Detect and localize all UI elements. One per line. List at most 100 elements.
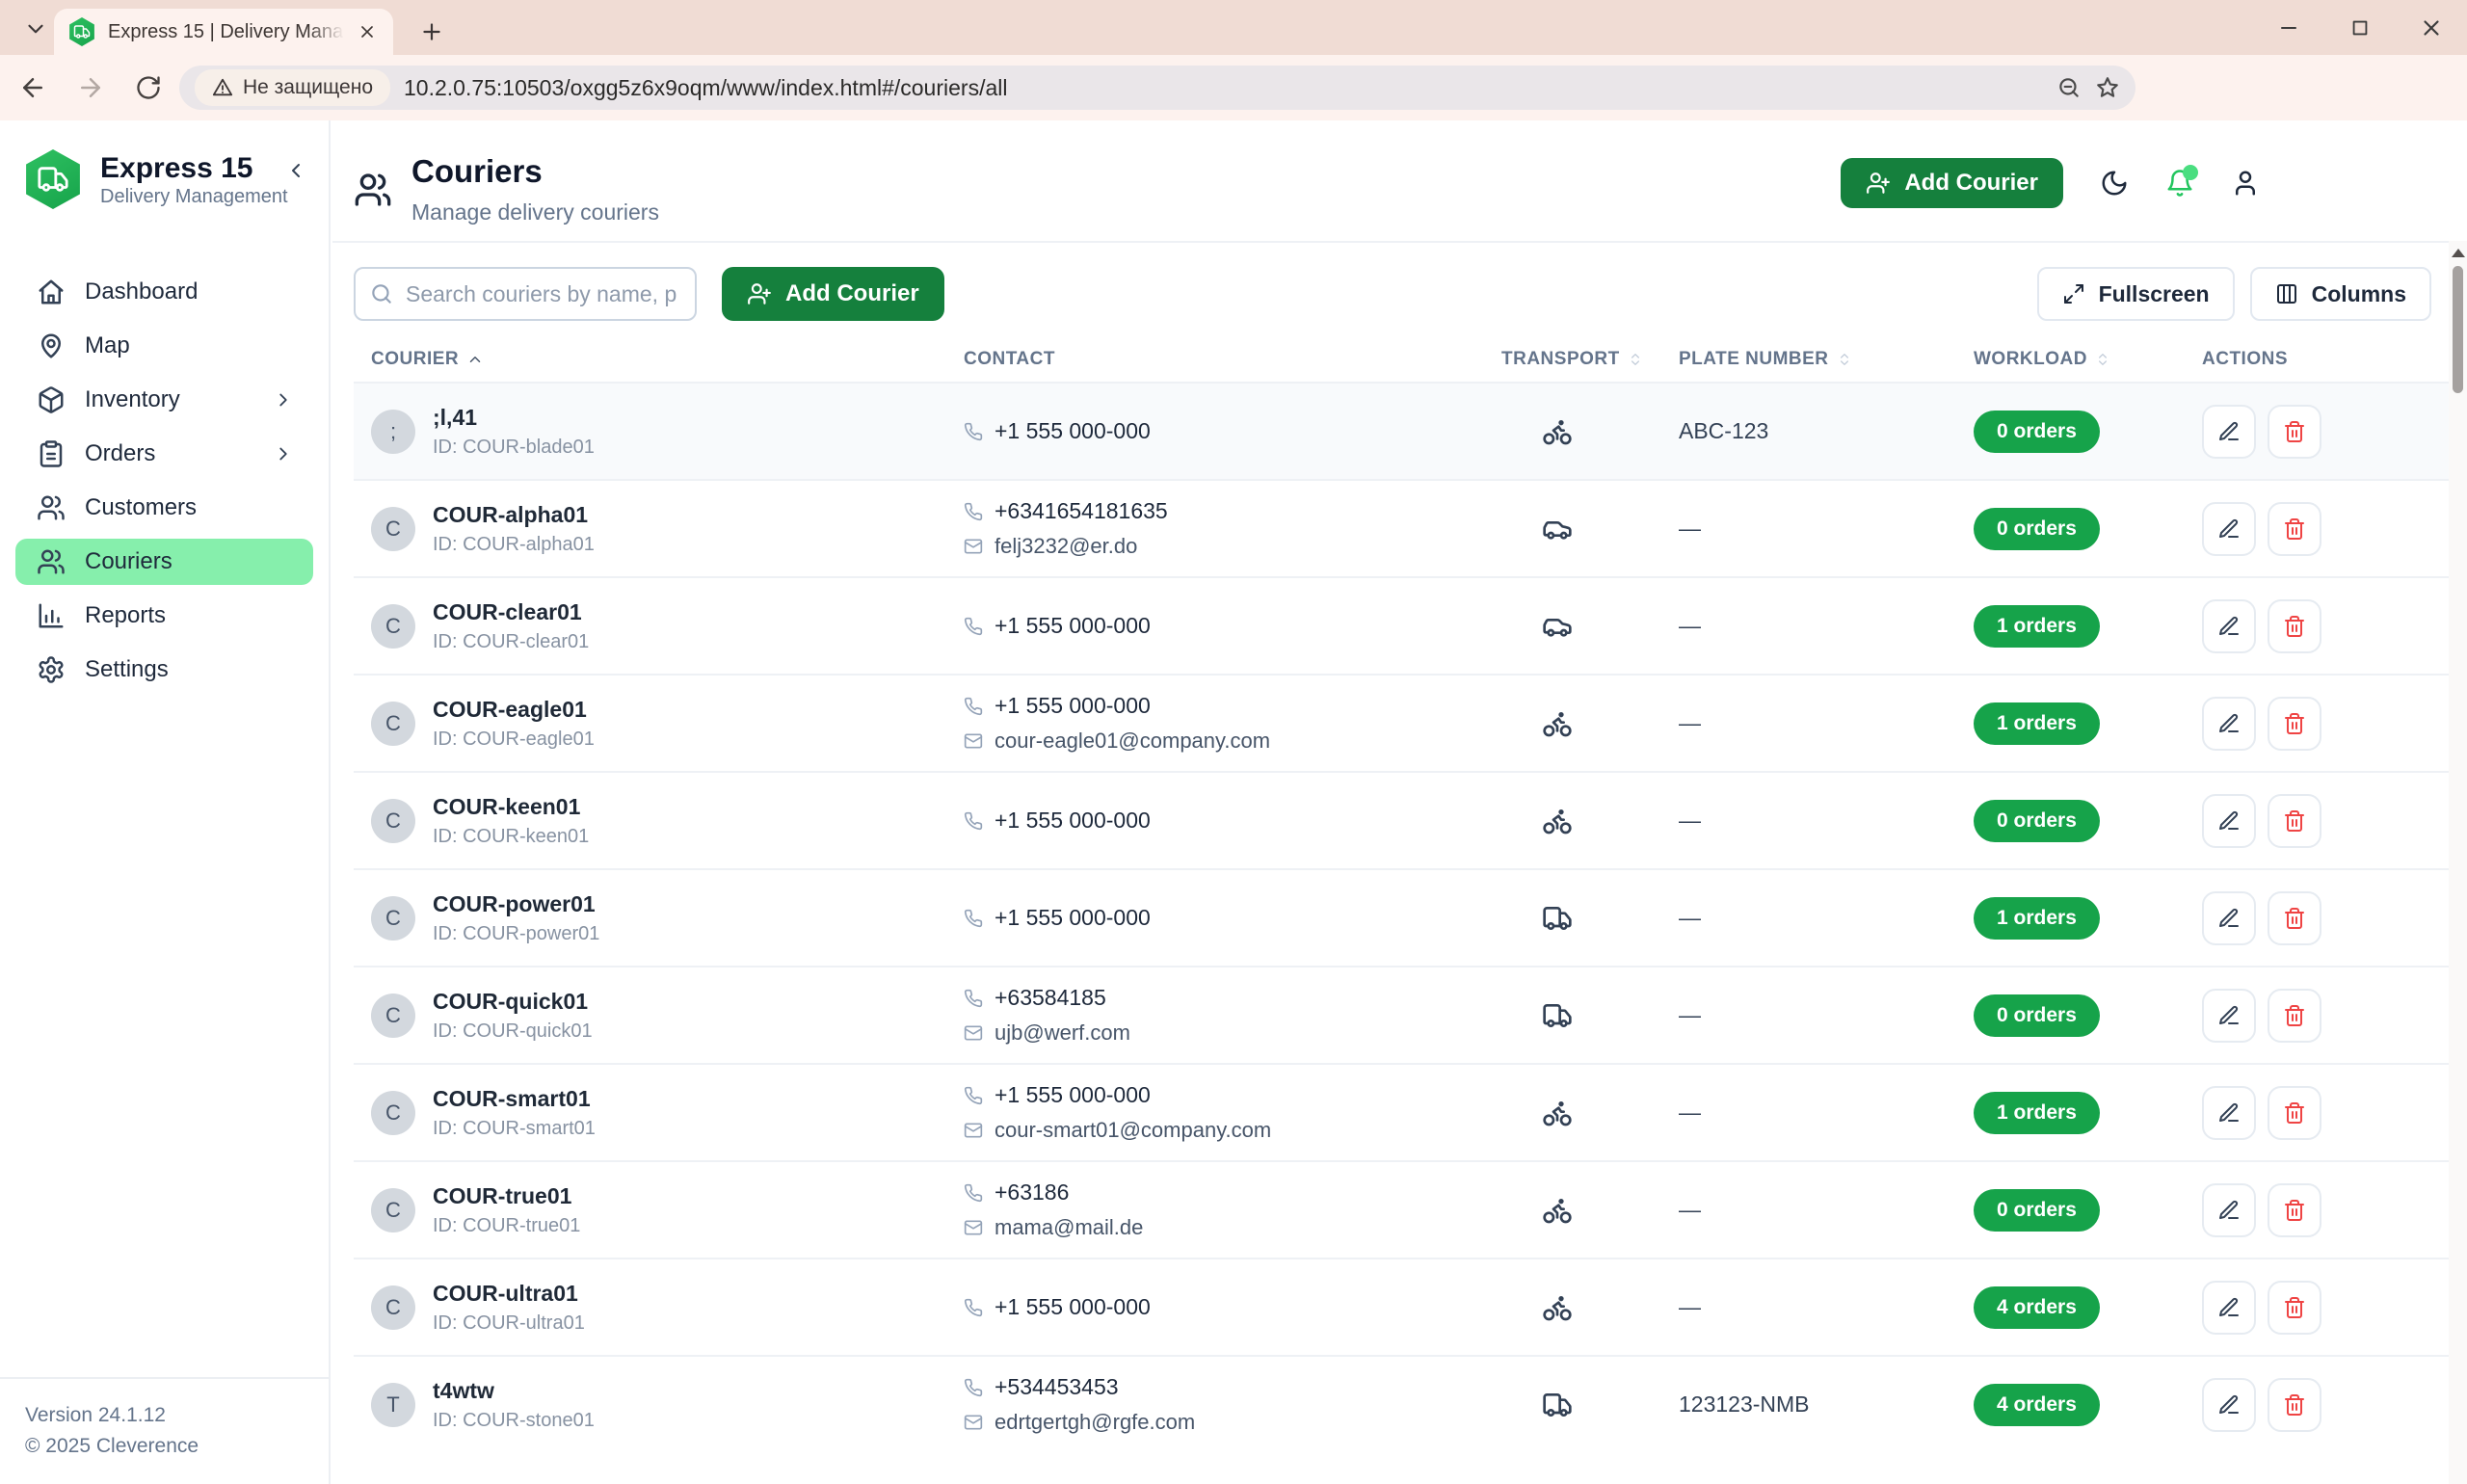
delete-courier-button[interactable] xyxy=(2268,890,2321,945)
sidebar-item-settings[interactable]: Settings xyxy=(15,647,313,693)
sidebar-item-orders[interactable]: Orders xyxy=(15,431,313,477)
fullscreen-button[interactable]: Fullscreen xyxy=(2036,267,2235,321)
delete-courier-button[interactable] xyxy=(2268,793,2321,848)
email-line: mama@mail.de xyxy=(964,1215,1143,1240)
column-label: Actions xyxy=(2202,349,2288,369)
courier-id: ID: COUR-blade01 xyxy=(433,436,595,458)
delete-courier-button[interactable] xyxy=(2268,598,2321,653)
edit-courier-button[interactable] xyxy=(2202,1085,2256,1140)
mail-icon xyxy=(964,1218,983,1237)
bookmark-button[interactable] xyxy=(2095,75,2120,100)
workload-cell: 1 orders xyxy=(1956,1091,2185,1134)
plate-cell: — xyxy=(1679,710,1701,735)
edit-courier-button[interactable] xyxy=(2202,1280,2256,1335)
edit-courier-button[interactable] xyxy=(2202,501,2256,556)
contact-cell: +63186 mama@mail.de xyxy=(946,1179,1484,1240)
profile-button[interactable] xyxy=(2231,169,2260,198)
sidebar-item-couriers[interactable]: Couriers xyxy=(15,539,313,585)
delete-courier-button[interactable] xyxy=(2268,1182,2321,1237)
window-close-button[interactable] xyxy=(2396,0,2467,55)
url-bar[interactable]: Не защищено 10.2.0.75:10503/oxgg5z6x9oqm… xyxy=(179,66,2135,110)
window-minimize-button[interactable] xyxy=(2253,0,2324,55)
edit-courier-button[interactable] xyxy=(2202,696,2256,751)
trash-icon xyxy=(2283,1004,2306,1027)
edit-courier-button[interactable] xyxy=(2202,598,2256,653)
trash-icon xyxy=(2283,615,2306,638)
edit-courier-button[interactable] xyxy=(2202,1377,2256,1432)
transport-cell xyxy=(1484,806,1661,836)
sidebar-item-map[interactable]: Map xyxy=(15,323,313,369)
actions-cell xyxy=(2185,501,2450,556)
pen-icon xyxy=(2217,1296,2241,1319)
phone-icon xyxy=(964,811,983,831)
mail-icon xyxy=(964,1413,983,1432)
edit-courier-button[interactable] xyxy=(2202,793,2256,848)
chevron-down-icon xyxy=(23,16,48,41)
avatar: C xyxy=(371,798,415,843)
zoom-out-button[interactable] xyxy=(2056,75,2082,100)
edit-courier-button[interactable] xyxy=(2202,1182,2256,1237)
delete-courier-button[interactable] xyxy=(2268,1377,2321,1432)
sidebar-collapse-button[interactable] xyxy=(284,159,307,182)
delete-courier-button[interactable] xyxy=(2268,501,2321,556)
columns-button[interactable]: Columns xyxy=(2249,267,2431,321)
courier-name: COUR-true01 xyxy=(433,1182,572,1208)
phone-icon xyxy=(964,697,983,716)
reload-button[interactable] xyxy=(123,63,173,113)
search-box[interactable] xyxy=(354,267,697,321)
avatar: C xyxy=(371,993,415,1038)
sort-icon xyxy=(1837,352,1852,367)
courier-id: ID: COUR-keen01 xyxy=(433,825,590,847)
forward-button[interactable] xyxy=(66,63,116,113)
theme-toggle-button[interactable] xyxy=(2100,169,2129,198)
plus-icon xyxy=(419,19,444,44)
pen-icon xyxy=(2217,1393,2241,1417)
scroll-up-arrow[interactable] xyxy=(2452,249,2465,257)
pen-icon xyxy=(2217,1199,2241,1222)
delete-courier-button[interactable] xyxy=(2268,1085,2321,1140)
tab-search-button[interactable] xyxy=(15,9,56,49)
sidebar-item-inventory[interactable]: Inventory xyxy=(15,377,313,423)
transport-cell xyxy=(1484,708,1661,739)
notifications-button[interactable] xyxy=(2165,165,2198,198)
delete-courier-button[interactable] xyxy=(2268,696,2321,751)
sidebar-item-dashboard[interactable]: Dashboard xyxy=(15,269,313,315)
delete-courier-button[interactable] xyxy=(2268,1280,2321,1335)
home-icon xyxy=(37,278,66,306)
edit-courier-button[interactable] xyxy=(2202,404,2256,459)
actions-cell xyxy=(2185,890,2450,945)
delete-courier-button[interactable] xyxy=(2268,988,2321,1043)
plate-cell: — xyxy=(1679,1100,1701,1125)
window-maximize-button[interactable] xyxy=(2324,0,2396,55)
security-chip[interactable]: Не защищено xyxy=(195,69,390,106)
browser-tab[interactable]: Express 15 | Delivery Management xyxy=(54,9,393,55)
column-header-workload[interactable]: Workload xyxy=(1956,349,2185,370)
sidebar-item-customers[interactable]: Customers xyxy=(15,485,313,531)
search-input[interactable] xyxy=(406,280,681,307)
phone-value: +6341654181635 xyxy=(995,498,1168,523)
phone-icon xyxy=(964,1183,983,1203)
column-header-courier[interactable]: Courier xyxy=(354,349,946,370)
actions-cell xyxy=(2185,988,2450,1043)
new-tab-button[interactable] xyxy=(412,13,451,51)
edit-courier-button[interactable] xyxy=(2202,988,2256,1043)
courier-cell: C COUR-quick01 ID: COUR-quick01 xyxy=(354,989,946,1043)
delete-courier-button[interactable] xyxy=(2268,404,2321,459)
column-header-plate-number[interactable]: Plate Number xyxy=(1661,349,1956,370)
scrollbar-thumb[interactable] xyxy=(2453,266,2463,393)
phone-line: +1 555 000-000 xyxy=(964,808,1151,834)
workload-badge: 1 orders xyxy=(1974,604,2100,648)
sidebar-item-reports[interactable]: Reports xyxy=(15,593,313,639)
zoom-out-icon xyxy=(2056,75,2082,100)
add-courier-button[interactable]: Add Courier xyxy=(1841,158,2063,208)
add-courier-button-secondary[interactable]: Add Courier xyxy=(722,267,944,321)
url-text[interactable]: 10.2.0.75:10503/oxgg5z6x9oqm/www/index.h… xyxy=(404,75,2043,101)
workload-cell: 0 orders xyxy=(1956,507,2185,550)
courier-name: COUR-power01 xyxy=(433,890,596,916)
back-button[interactable] xyxy=(8,63,58,113)
column-header-transport[interactable]: Transport xyxy=(1484,349,1661,370)
tab-close-icon[interactable] xyxy=(356,19,380,44)
edit-courier-button[interactable] xyxy=(2202,890,2256,945)
mail-icon xyxy=(964,731,983,751)
page-scrollbar[interactable] xyxy=(2449,241,2467,1484)
